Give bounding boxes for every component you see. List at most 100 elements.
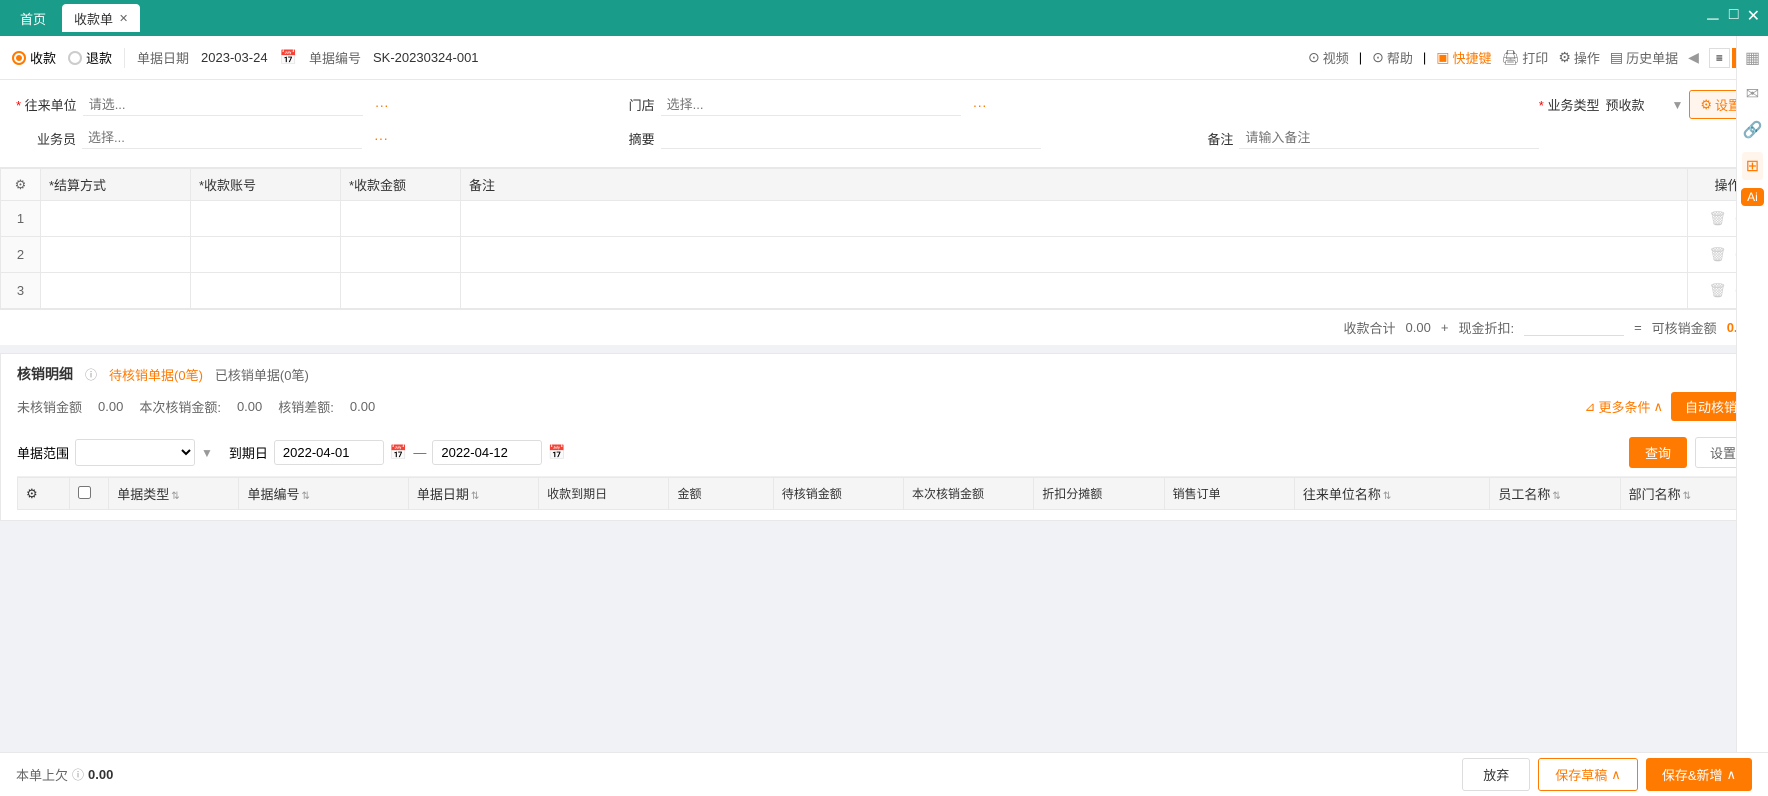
store-label: 门店 [595, 95, 655, 114]
date-value[interactable]: 2023-03-24 [201, 50, 268, 65]
print-btn[interactable]: 🖨 打印 [1502, 48, 1549, 67]
row-settle-3[interactable] [41, 273, 191, 309]
history-btn[interactable]: ▤ 历史单据 [1610, 48, 1678, 67]
row-account-3[interactable] [191, 273, 341, 309]
table-sidebar-icon[interactable]: ▦ [1741, 44, 1764, 72]
shortcut-btn[interactable]: ▣ 快捷键 [1436, 48, 1491, 67]
query-btn[interactable]: 查询 [1629, 437, 1687, 468]
ai-badge[interactable]: Ai [1741, 188, 1764, 206]
th-settle: *结算方式 [41, 169, 191, 201]
discount-input[interactable] [1524, 320, 1624, 336]
list-view-btn[interactable]: ≡ [1709, 48, 1730, 68]
select-all-checkbox[interactable] [78, 486, 91, 499]
done-tab[interactable]: 已核销单据(0笔) [215, 365, 309, 384]
tab-close-icon[interactable]: ✕ [119, 12, 128, 25]
row-note-2[interactable] [461, 237, 1688, 273]
video-btn[interactable]: ⊙ 视频 [1308, 48, 1349, 67]
store-input[interactable] [661, 94, 961, 116]
sort-doc-no[interactable]: ⇅ [302, 491, 310, 502]
summary-input[interactable] [661, 127, 1041, 149]
diff-label: 核销差额: [278, 397, 334, 416]
th-doc-no: 单据编号⇅ [239, 478, 408, 510]
history-icon: ▤ [1610, 49, 1623, 66]
refund-radio-dot [68, 51, 82, 65]
staff-more-btn[interactable]: ··· [368, 130, 394, 146]
partner-input[interactable] [83, 94, 363, 116]
number-value[interactable]: SK-20230324-001 [373, 50, 479, 65]
th-doc-type: 单据类型⇅ [109, 478, 239, 510]
balance-info-icon[interactable]: ⓘ [72, 766, 84, 783]
sort-partner[interactable]: ⇅ [1383, 491, 1391, 502]
row-settle-2[interactable] [41, 237, 191, 273]
th-gear-bottom[interactable]: ⚙ [26, 486, 38, 501]
biz-type-field: 业务类型 预收款 ▼ ⚙ 设置 [1173, 90, 1752, 119]
row-amount-1[interactable] [341, 201, 461, 237]
sort-doc-date[interactable]: ⇅ [471, 491, 479, 502]
summary-field: 摘要 [595, 127, 1174, 149]
more-filter-btn[interactable]: ⊿ 更多条件 ∧ [1585, 397, 1663, 416]
th-gear[interactable]: ⚙ [1, 169, 41, 201]
store-more-btn[interactable]: ··· [967, 97, 993, 113]
total-label: 收款合计 [1344, 318, 1396, 337]
row-note-1[interactable] [461, 201, 1688, 237]
calendar-to-icon[interactable]: 📅 [548, 444, 565, 461]
receipt-radio[interactable]: 收款 [12, 48, 56, 67]
verify-stats: 未核销金额 0.00 本次核销金额: 0.00 核销差额: 0.00 [17, 397, 375, 416]
abandon-btn[interactable]: 放弃 [1462, 758, 1530, 791]
equals-sign: = [1634, 320, 1642, 335]
camera-sidebar-icon[interactable]: ⊞ [1742, 152, 1763, 180]
tab-home[interactable]: 首页 [8, 4, 58, 32]
calendar-icon[interactable]: 📅 [280, 49, 297, 66]
sort-staff[interactable]: ⇅ [1552, 491, 1560, 502]
row-account-1[interactable] [191, 201, 341, 237]
row-num-3: 3 [1, 273, 41, 309]
video-icon: ⊙ [1308, 49, 1320, 66]
row-amount-3[interactable] [341, 273, 461, 309]
window-close-btn[interactable]: ✕ [1747, 6, 1760, 30]
delete-icon-2[interactable]: 🗑 [1709, 246, 1727, 263]
delete-icon-1[interactable]: 🗑 [1709, 210, 1727, 227]
prev-icon[interactable]: ◀ [1688, 49, 1699, 66]
staff-input[interactable] [82, 127, 362, 149]
row-account-2[interactable] [191, 237, 341, 273]
range-chevron[interactable]: ▼ [201, 446, 213, 460]
th-due-date: 收款到期日 [539, 478, 669, 510]
pending-tab[interactable]: 待核销单据(0笔) [109, 365, 203, 384]
tab-receipt[interactable]: 收款单 ✕ [62, 4, 140, 32]
receipt-radio-label: 收款 [30, 48, 56, 67]
row-settle-1[interactable] [41, 201, 191, 237]
verify-info-icon[interactable]: ⓘ [85, 366, 97, 383]
link-sidebar-icon[interactable]: 🔗 [1739, 116, 1767, 144]
table-gear-icon[interactable]: ⚙ [15, 177, 27, 192]
action-btn[interactable]: ⚙ 操作 [1558, 48, 1600, 67]
help-btn[interactable]: ⊙ 帮助 [1372, 48, 1413, 67]
sort-dept[interactable]: ⇅ [1683, 491, 1691, 502]
delete-icon-3[interactable]: 🗑 [1709, 282, 1727, 299]
chevron-up-icon: ∧ [1653, 399, 1663, 415]
minimize-btn[interactable]: － [1705, 6, 1721, 30]
plus-sign: + [1441, 320, 1449, 335]
tab-home-label: 首页 [20, 9, 46, 28]
date-to-input[interactable] [432, 440, 542, 465]
calendar-from-icon[interactable]: 📅 [390, 444, 407, 461]
draft-btn[interactable]: 保存草稿 ∧ [1538, 758, 1638, 791]
row-num-1: 1 [1, 201, 41, 237]
mail-sidebar-icon[interactable]: ✉ [1742, 80, 1763, 108]
right-sidebar: ▦ ✉ 🔗 ⊞ Ai [1736, 36, 1768, 752]
refund-radio[interactable]: 退款 [68, 48, 112, 67]
range-select[interactable] [75, 439, 195, 466]
row-amount-2[interactable] [341, 237, 461, 273]
biz-type-chevron[interactable]: ▼ [1671, 98, 1683, 112]
th-current-verify: 本次核销金额 [904, 478, 1034, 510]
note-input[interactable] [1239, 127, 1539, 149]
sort-doc-type[interactable]: ⇅ [171, 491, 179, 502]
save-new-btn[interactable]: 保存&新增 ∧ [1646, 758, 1752, 791]
date-separator: — [413, 445, 426, 460]
maximize-btn[interactable]: □ [1729, 6, 1739, 30]
verify-actions: ⊿ 更多条件 ∧ 自动核销 [1585, 392, 1751, 421]
row-note-3[interactable] [461, 273, 1688, 309]
partner-more-btn[interactable]: ··· [369, 97, 395, 113]
receivable-label: 可核销金额 [1652, 318, 1717, 337]
bottom-table-wrapper: ⚙ 单据类型⇅ 单据编号⇅ 单据日期⇅ 收款到期日 金额 [17, 477, 1751, 510]
date-from-input[interactable] [274, 440, 384, 465]
